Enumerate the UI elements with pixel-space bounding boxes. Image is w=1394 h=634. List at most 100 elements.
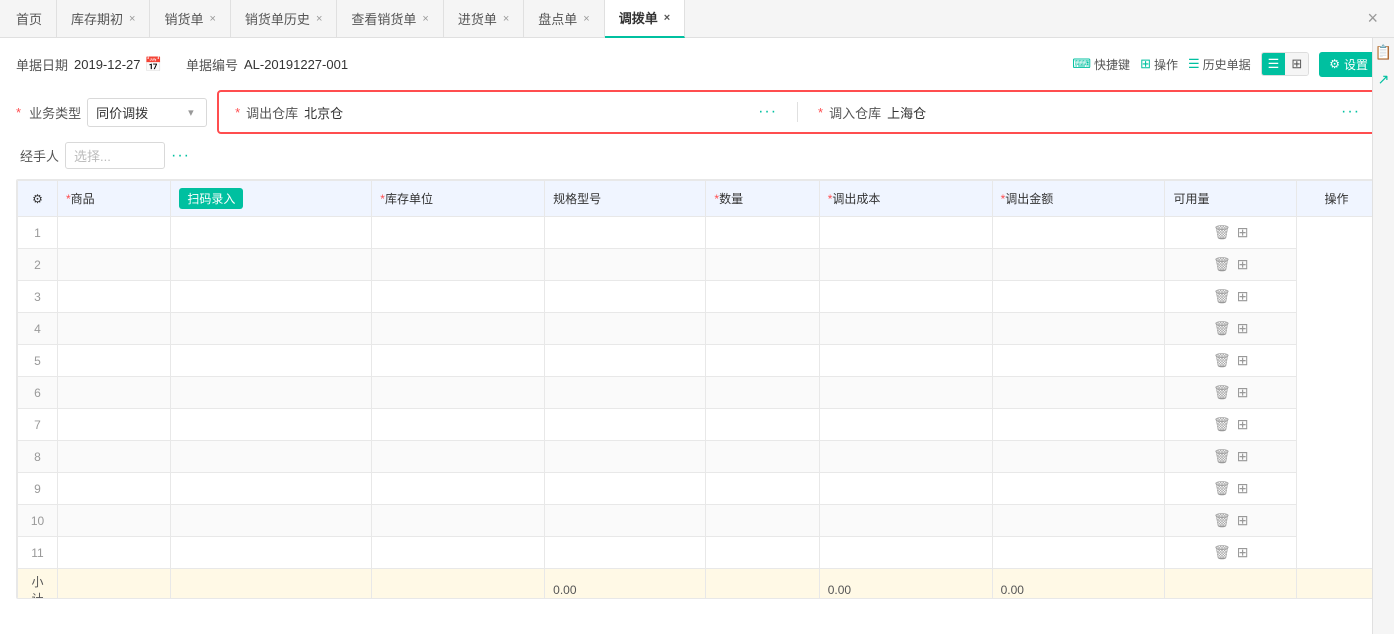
warehouse-in-more-btn[interactable]: ··· <box>1341 103 1360 121</box>
warehouse-out-field: * 调出仓库 北京仓 ··· <box>235 103 777 122</box>
copy-icon-8[interactable]: ⊞ <box>1237 448 1249 465</box>
copy-icon-3[interactable]: ⊞ <box>1237 288 1249 305</box>
delete-icon-5[interactable]: 🗑 <box>1213 352 1231 369</box>
close-tab-stocktake[interactable]: × <box>583 13 589 25</box>
required-mark-out: * <box>235 105 240 120</box>
warehouse-in-value[interactable]: 上海仓 <box>887 103 1335 122</box>
operations-btn[interactable]: ⊞ 操作 <box>1140 56 1178 73</box>
close-tab-inventory-init[interactable]: × <box>129 13 135 25</box>
tab-inventory-init[interactable]: 库存期初 × <box>57 0 150 38</box>
delete-icon-11[interactable]: 🗑 <box>1213 544 1231 561</box>
copy-icon-2[interactable]: ⊞ <box>1237 256 1249 273</box>
close-tab-sales-order[interactable]: × <box>209 13 215 25</box>
cell-quantity-7 <box>545 409 706 441</box>
cell-cost-4 <box>706 313 819 345</box>
number-value: AL-20191227-001 <box>244 57 348 72</box>
shortcuts-btn[interactable]: ⌨ 快捷键 <box>1072 56 1130 73</box>
cell-product-5[interactable] <box>58 345 171 377</box>
cell-cost-1 <box>706 217 819 249</box>
cell-op-11: 🗑 ⊞ <box>1165 537 1297 569</box>
delete-icon-10[interactable]: 🗑 <box>1213 512 1231 529</box>
cell-product-4[interactable] <box>58 313 171 345</box>
tab-view-sales[interactable]: 查看销货单 × <box>337 0 443 38</box>
cell-product-10[interactable] <box>58 505 171 537</box>
delete-icon-1[interactable]: 🗑 <box>1213 224 1231 241</box>
cell-cost-10 <box>706 505 819 537</box>
cell-cost-8 <box>706 441 819 473</box>
delete-icon-4[interactable]: 🗑 <box>1213 320 1231 337</box>
table-header-row: ⚙ *商品 扫码录入 *库存单位 规格型号 *数量 *调出成本 <box>18 181 1377 217</box>
cell-product-9[interactable] <box>58 473 171 505</box>
view-list-btn[interactable]: ☰ <box>1262 53 1286 75</box>
table-row: 6 🗑 ⊞ <box>18 377 1377 409</box>
cell-spec-11 <box>372 537 545 569</box>
cell-cost-2 <box>706 249 819 281</box>
cell-available-10 <box>992 505 1165 537</box>
cell-available-1 <box>992 217 1165 249</box>
cell-op-7: 🗑 ⊞ <box>1165 409 1297 441</box>
sidebar-notes-icon[interactable]: 📋 <box>1375 44 1392 61</box>
form-warehouse-row: * 业务类型 同价调拨 ▾ * 调出仓库 北京仓 ··· * 调入仓库 上海仓 … <box>16 90 1378 134</box>
close-tab-purchase[interactable]: × <box>503 13 509 25</box>
cell-product-7[interactable] <box>58 409 171 441</box>
cell-cost-11 <box>706 537 819 569</box>
history-icon: ☰ <box>1188 56 1200 72</box>
copy-icon-10[interactable]: ⊞ <box>1237 512 1249 529</box>
copy-icon-7[interactable]: ⊞ <box>1237 416 1249 433</box>
delete-icon-6[interactable]: 🗑 <box>1213 384 1231 401</box>
copy-icon-11[interactable]: ⊞ <box>1237 544 1249 561</box>
warehouse-out-value[interactable]: 北京仓 <box>304 103 752 122</box>
cell-product-2[interactable] <box>58 249 171 281</box>
col-cost: *调出成本 <box>819 181 992 217</box>
cell-available-7 <box>992 409 1165 441</box>
delete-icon-7[interactable]: 🗑 <box>1213 416 1231 433</box>
date-value[interactable]: 2019-12-27 <box>74 57 141 72</box>
delete-icon-3[interactable]: 🗑 <box>1213 288 1231 305</box>
table-row: 5 🗑 ⊞ <box>18 345 1377 377</box>
business-type-select[interactable]: 同价调拨 ▾ <box>87 98 207 127</box>
sidebar-expand-icon[interactable]: ↗ <box>1378 71 1390 88</box>
tab-sales-history[interactable]: 销货单历史 × <box>231 0 337 38</box>
cell-amount-1 <box>819 217 992 249</box>
col-available: 可用量 <box>1165 181 1297 217</box>
cell-unit-4 <box>171 313 372 345</box>
business-type-field: * 业务类型 同价调拨 ▾ <box>16 98 207 127</box>
header-actions: ⌨ 快捷键 ⊞ 操作 ☰ 历史单据 ☰ ⊞ ⚙ 设置 <box>1072 52 1378 77</box>
close-tab-view-sales[interactable]: × <box>422 13 428 25</box>
window-close-button[interactable]: × <box>1359 8 1386 29</box>
warehouse-in-label: 调入仓库 <box>829 103 881 122</box>
col-gear[interactable]: ⚙ <box>18 181 58 217</box>
warehouse-out-more-btn[interactable]: ··· <box>758 103 777 121</box>
calendar-icon[interactable]: 📅 <box>145 56 162 73</box>
cell-quantity-5 <box>545 345 706 377</box>
settings-button[interactable]: ⚙ 设置 <box>1319 52 1378 77</box>
copy-icon-1[interactable]: ⊞ <box>1237 224 1249 241</box>
cell-spec-4 <box>372 313 545 345</box>
copy-icon-4[interactable]: ⊞ <box>1237 320 1249 337</box>
cell-product-3[interactable] <box>58 281 171 313</box>
tab-transfer[interactable]: 调拨单 × <box>605 0 685 38</box>
view-grid-btn[interactable]: ⊞ <box>1285 53 1308 75</box>
cell-spec-7 <box>372 409 545 441</box>
data-table: ⚙ *商品 扫码录入 *库存单位 规格型号 *数量 *调出成本 <box>17 180 1377 599</box>
cell-product-11[interactable] <box>58 537 171 569</box>
delete-icon-9[interactable]: 🗑 <box>1213 480 1231 497</box>
person-select[interactable]: 选择... <box>65 142 165 169</box>
cell-product-6[interactable] <box>58 377 171 409</box>
tab-purchase[interactable]: 进货单 × <box>444 0 524 38</box>
cell-product-8[interactable] <box>58 441 171 473</box>
close-tab-sales-history[interactable]: × <box>316 13 322 25</box>
tab-sales-order[interactable]: 销货单 × <box>150 0 230 38</box>
copy-icon-6[interactable]: ⊞ <box>1237 384 1249 401</box>
scan-button[interactable]: 扫码录入 <box>179 188 243 209</box>
tab-stocktake[interactable]: 盘点单 × <box>524 0 604 38</box>
delete-icon-2[interactable]: 🗑 <box>1213 256 1231 273</box>
delete-icon-8[interactable]: 🗑 <box>1213 448 1231 465</box>
cell-product-1[interactable] <box>58 217 171 249</box>
tab-home[interactable]: 首页 <box>0 0 57 38</box>
person-more-btn[interactable]: ··· <box>171 147 190 165</box>
copy-icon-9[interactable]: ⊞ <box>1237 480 1249 497</box>
history-btn[interactable]: ☰ 历史单据 <box>1188 56 1251 73</box>
copy-icon-5[interactable]: ⊞ <box>1237 352 1249 369</box>
close-tab-transfer[interactable]: × <box>664 12 670 24</box>
